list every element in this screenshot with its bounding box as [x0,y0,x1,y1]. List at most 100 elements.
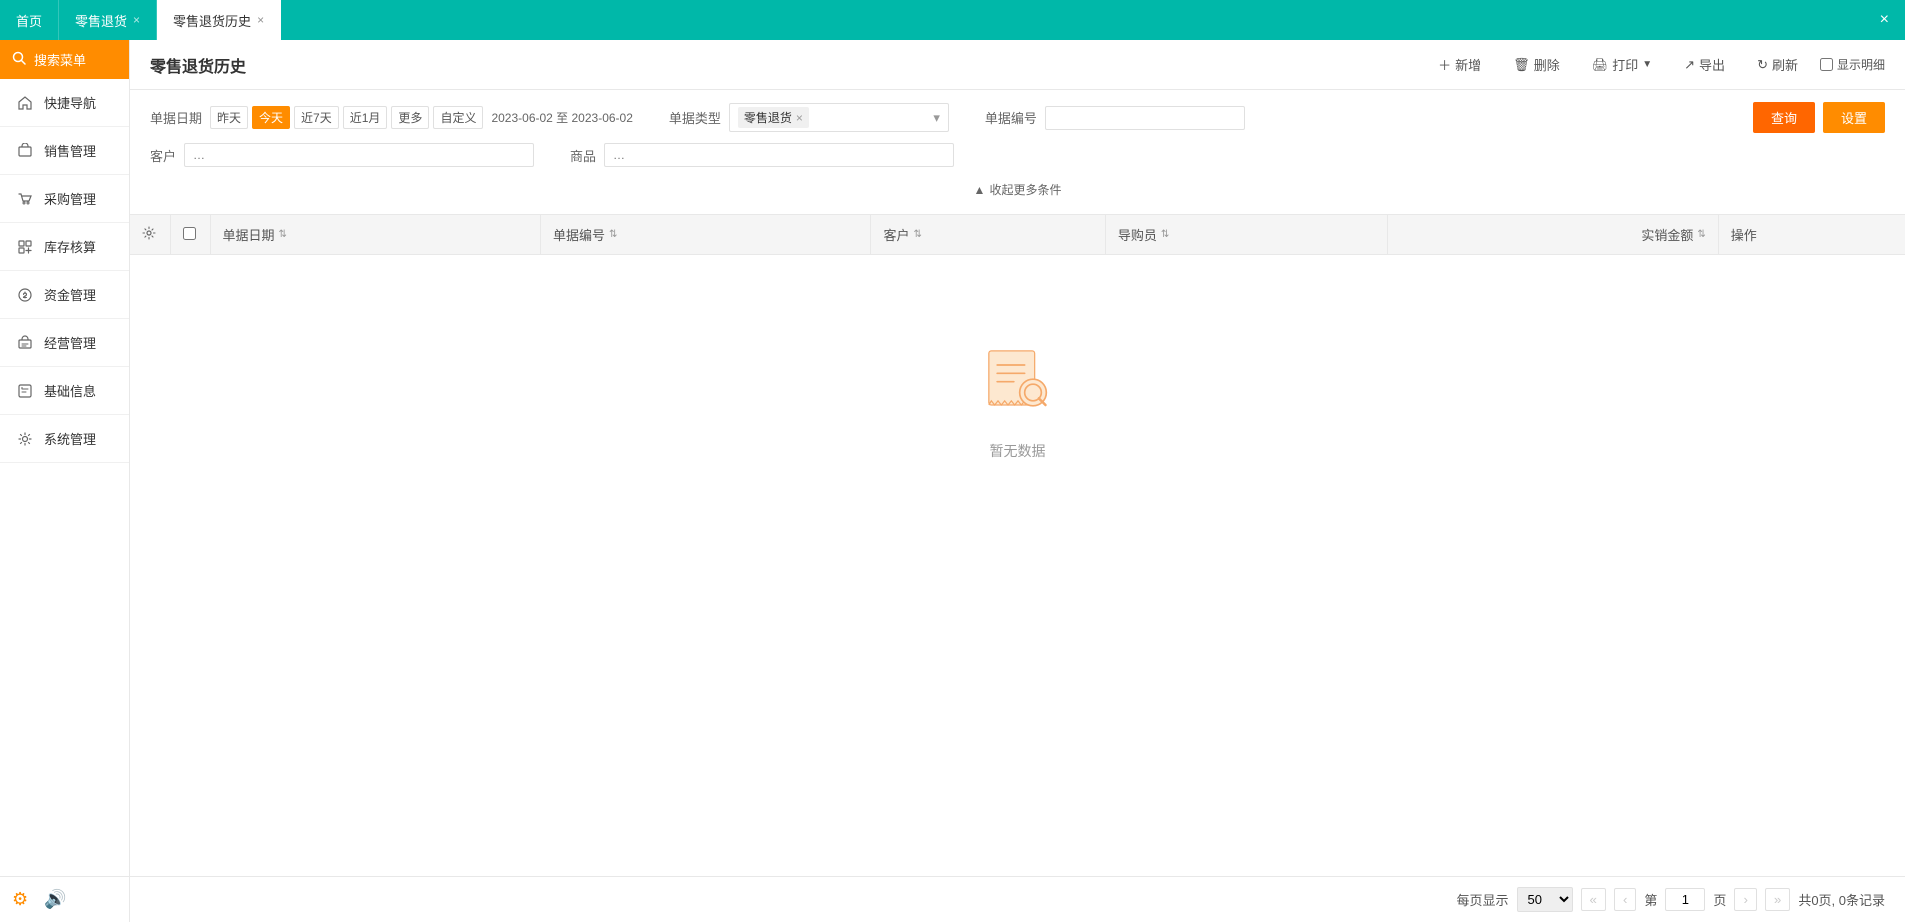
show-detail-checkbox[interactable] [1820,58,1833,71]
sidebar-footer: ⚙ 🔊 [0,876,129,922]
sidebar-item-purchase-label: 采购管理 [44,189,96,208]
tab-list: 首页 零售退货 × 零售退货历史 × [0,0,1864,40]
docno-input[interactable] [1045,106,1245,130]
query-button[interactable]: 查询 [1753,102,1815,133]
content-area: 零售退货历史 ＋ 新增 🗑 删除 🖨 打印 ▼ ↗ 导出 [130,40,1905,922]
date-filter-label: 单据日期 [150,108,202,127]
table-header: 单据日期 ⇅ 单据编号 ⇅ 客户 [130,215,1905,255]
next-page-button[interactable]: › [1734,888,1756,911]
refresh-button[interactable]: ↻ 刷新 [1747,50,1808,79]
export-label: 导出 [1699,55,1725,74]
filter-action-buttons: 查询 设置 [1753,102,1885,133]
delete-button[interactable]: 🗑 删除 [1503,50,1570,79]
th-action: 操作 [1718,215,1905,255]
show-detail-label: 显示明细 [1837,56,1885,73]
filter-customer-item: 客户 [150,143,534,167]
sidebar-item-basic-label: 基础信息 [44,381,96,400]
filter-settings-button[interactable]: 设置 [1823,102,1885,133]
prev-page-button[interactable]: ‹ [1614,888,1636,911]
basic-info-icon [16,382,34,400]
new-button[interactable]: ＋ 新增 [1428,50,1491,79]
sidebar-item-basic-info[interactable]: 基础信息 [0,367,129,415]
sidebar-search[interactable]: 搜索菜单 [0,40,129,79]
filter-goods-item: 商品 [570,143,954,167]
collapse-label: 收起更多条件 [989,181,1061,198]
doctype-filter-label: 单据类型 [669,108,721,127]
refresh-icon: ↻ [1757,57,1768,73]
date-btn-1month[interactable]: 近1月 [343,106,388,129]
filter-date-item: 单据日期 昨天 今天 近7天 近1月 更多 自定义 2023-06-02 至 2… [150,106,633,129]
print-arrow: ▼ [1642,59,1652,70]
customer-input[interactable] [184,143,534,167]
date-range-display: 2023-06-02 至 2023-06-02 [491,109,632,126]
doctype-tag-value: 零售退货 [744,109,792,126]
new-icon: ＋ [1438,55,1451,74]
sort-customer[interactable]: 客户 ⇅ [883,225,1092,244]
table-header-row: 单据日期 ⇅ 单据编号 ⇅ 客户 [130,215,1905,255]
th-customer: 客户 ⇅ [871,215,1105,255]
tab-retail-return-history[interactable]: 零售退货历史 × [157,0,281,40]
date-btn-yesterday[interactable]: 昨天 [210,106,248,129]
system-icon [16,430,34,448]
sort-doc-no-icon: ⇅ [609,229,617,240]
tab-retail-return[interactable]: 零售退货 × [59,0,157,40]
export-button[interactable]: ↗ 导出 [1674,50,1735,79]
doctype-tag-remove[interactable]: × [796,111,803,125]
column-settings-icon[interactable] [142,228,156,243]
window-close-button[interactable]: × [1864,11,1905,29]
sidebar-search-label: 搜索菜单 [34,50,86,69]
th-doc-no-label: 单据编号 [553,225,605,244]
sidebar-item-purchase-mgmt[interactable]: 采购管理 [0,175,129,223]
sidebar-item-inventory[interactable]: 库存核算 [0,223,129,271]
docno-filter-label: 单据编号 [985,108,1037,127]
select-all-checkbox[interactable] [183,227,196,240]
doctype-tag-area[interactable]: 零售退货 × ▾ [729,103,949,132]
page-size-select[interactable]: 10 20 50 100 [1517,887,1573,912]
audio-icon[interactable]: 🔊 [44,889,66,910]
sidebar-item-operation[interactable]: 经营管理 [0,319,129,367]
sort-guide[interactable]: 导购员 ⇅ [1118,225,1375,244]
page-size-label: 每页显示 [1457,890,1509,909]
collapse-arrow: ▲ [974,183,986,197]
collapse-button[interactable]: ▲ 收起更多条件 [150,177,1885,202]
print-label: 打印 [1612,55,1638,74]
tab-retail-return-history-label: 零售退货历史 [173,11,251,30]
date-btn-custom[interactable]: 自定义 [433,106,483,129]
doctype-dropdown-arrow[interactable]: ▾ [933,110,940,126]
sort-amount[interactable]: 实销金额 ⇅ [1400,225,1705,244]
date-btn-today[interactable]: 今天 [252,106,290,129]
sidebar-item-quick-nav[interactable]: 快捷导航 [0,79,129,127]
date-buttons: 昨天 今天 近7天 近1月 更多 自定义 [210,106,483,129]
date-btn-7days[interactable]: 近7天 [294,106,339,129]
sidebar-item-finance-label: 资金管理 [44,285,96,304]
sidebar: 搜索菜单 快捷导航 销售管理 [0,40,130,922]
th-action-label: 操作 [1731,228,1757,243]
main-layout: 搜索菜单 快捷导航 销售管理 [0,40,1905,922]
th-settings [130,215,170,255]
last-page-button[interactable]: » [1765,888,1790,911]
page-unit-label: 页 [1713,890,1726,909]
empty-state: 暂无数据 [130,255,1905,541]
filter-docno-item: 单据编号 [985,106,1245,130]
page-header: 零售退货历史 ＋ 新增 🗑 删除 🖨 打印 ▼ ↗ 导出 [130,40,1905,90]
sidebar-item-system[interactable]: 系统管理 [0,415,129,463]
sidebar-item-sales-mgmt[interactable]: 销售管理 [0,127,129,175]
table-area: 单据日期 ⇅ 单据编号 ⇅ 客户 [130,215,1905,876]
sort-doc-date[interactable]: 单据日期 ⇅ [223,225,528,244]
sidebar-item-sales-label: 销售管理 [44,141,96,160]
page-input[interactable] [1665,888,1705,911]
print-button[interactable]: 🖨 打印 ▼ [1582,50,1662,79]
doctype-tag: 零售退货 × [738,107,809,128]
sort-doc-no[interactable]: 单据编号 ⇅ [553,225,858,244]
sidebar-item-operation-label: 经营管理 [44,333,96,352]
sidebar-item-finance[interactable]: 资金管理 [0,271,129,319]
tab-retail-return-history-close[interactable]: × [257,13,264,27]
goods-filter-label: 商品 [570,146,596,165]
tab-retail-return-close[interactable]: × [133,13,140,27]
tab-home[interactable]: 首页 [0,0,59,40]
first-page-button[interactable]: « [1581,888,1606,911]
date-btn-more[interactable]: 更多 [391,106,429,129]
settings-icon[interactable]: ⚙ [12,889,28,910]
goods-input[interactable] [604,143,954,167]
filter-row-2: 客户 商品 [150,143,1885,167]
